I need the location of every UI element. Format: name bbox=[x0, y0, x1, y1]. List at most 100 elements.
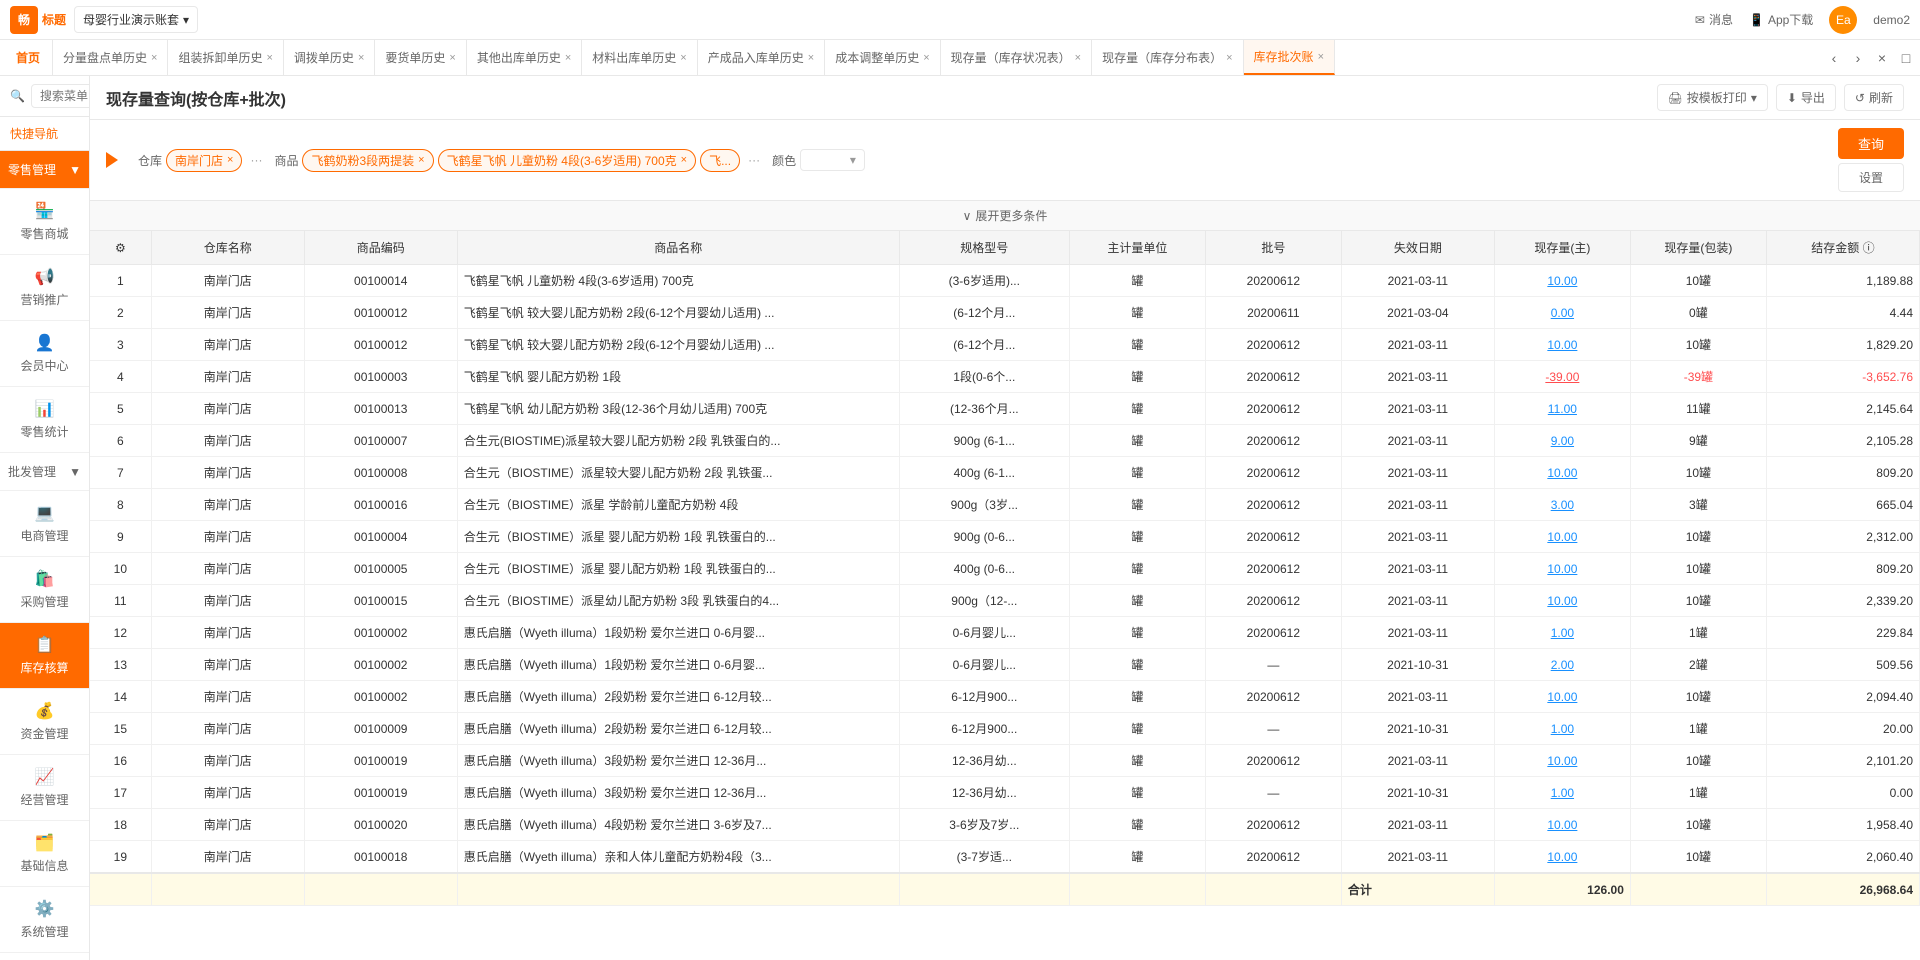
table-row[interactable]: 5 南岸门店 00100013 飞鹤星飞帆 幼儿配方奶粉 3段(12-36个月幼… bbox=[90, 393, 1920, 425]
sidebar-item-inventory[interactable]: 📋库存核算 bbox=[0, 623, 89, 689]
tab-8[interactable]: 成本调整单历史 × bbox=[825, 40, 940, 75]
warehouse-tag[interactable]: 南岸门店 × bbox=[166, 149, 242, 172]
goods-tag-2[interactable]: 飞鹤星飞帆 儿童奶粉 4段(3-6岁适用) 700克 × bbox=[438, 149, 696, 172]
td-qty-main[interactable]: 1.00 bbox=[1494, 713, 1630, 745]
tab-4[interactable]: 要货单历史 × bbox=[375, 40, 466, 75]
setting-btn[interactable]: 设置 bbox=[1838, 163, 1904, 192]
goods-tag-3[interactable]: 飞... bbox=[700, 149, 740, 172]
tab-next-btn[interactable]: › bbox=[1848, 48, 1868, 68]
table-row[interactable]: 7 南岸门店 00100008 合生元（BIOSTIME）派星较大婴儿配方奶粉 … bbox=[90, 457, 1920, 489]
sidebar-item-system[interactable]: ⚙️系统管理 bbox=[0, 887, 89, 953]
goods-tag-2-remove[interactable]: × bbox=[681, 154, 687, 166]
td-qty-main[interactable]: 10.00 bbox=[1494, 809, 1630, 841]
tab-11[interactable]: 库存批次账 × bbox=[1244, 40, 1335, 75]
tab-6[interactable]: 材料出库单历史 × bbox=[582, 40, 697, 75]
search-input[interactable] bbox=[31, 84, 90, 108]
td-qty-main[interactable]: 10.00 bbox=[1494, 457, 1630, 489]
th-setting[interactable]: ⚙ bbox=[90, 231, 151, 265]
goods-tag-1[interactable]: 飞鹤奶粉3段两提装 × bbox=[302, 149, 433, 172]
tab-close-7[interactable]: × bbox=[808, 52, 814, 64]
app-download-btn[interactable]: 📱 App下载 bbox=[1749, 11, 1813, 28]
sidebar-item-marketing[interactable]: 📢营销推广 bbox=[0, 255, 89, 321]
table-row[interactable]: 10 南岸门店 00100005 合生元（BIOSTIME）派星 婴儿配方奶粉 … bbox=[90, 553, 1920, 585]
tab-home[interactable]: 首页 bbox=[4, 40, 53, 75]
goods-ellipsis-btn[interactable]: ··· bbox=[748, 153, 760, 167]
table-row[interactable]: 19 南岸门店 00100018 惠氏启膳（Wyeth illuma）亲和人体儿… bbox=[90, 841, 1920, 874]
td-qty-main[interactable]: 10.00 bbox=[1494, 329, 1630, 361]
td-qty-main[interactable]: 10.00 bbox=[1494, 553, 1630, 585]
color-selector[interactable]: ▾ bbox=[800, 149, 865, 171]
filter-expand-toggle[interactable] bbox=[106, 152, 118, 168]
td-qty-main[interactable]: 0.00 bbox=[1494, 297, 1630, 329]
tab-close-2[interactable]: × bbox=[266, 52, 272, 64]
sidebar-item-wholesale[interactable]: 批发管理▼ bbox=[0, 453, 89, 491]
quick-nav[interactable]: 快捷导航 bbox=[0, 117, 89, 151]
tab-close-3[interactable]: × bbox=[358, 52, 364, 64]
td-qty-main[interactable]: 10.00 bbox=[1494, 585, 1630, 617]
sidebar-item-finance[interactable]: 💰资金管理 bbox=[0, 689, 89, 755]
table-row[interactable]: 15 南岸门店 00100009 惠氏启膳（Wyeth illuma）2段奶粉 … bbox=[90, 713, 1920, 745]
sidebar-item-purchase[interactable]: 🛍️采购管理 bbox=[0, 557, 89, 623]
table-row[interactable]: 9 南岸门店 00100004 合生元（BIOSTIME）派星 婴儿配方奶粉 1… bbox=[90, 521, 1920, 553]
td-qty-main[interactable]: 11.00 bbox=[1494, 393, 1630, 425]
table-row[interactable]: 8 南岸门店 00100016 合生元（BIOSTIME）派星 学龄前儿童配方奶… bbox=[90, 489, 1920, 521]
tab-3[interactable]: 调拨单历史 × bbox=[284, 40, 375, 75]
tab-close-4[interactable]: × bbox=[449, 52, 455, 64]
tab-close-9[interactable]: × bbox=[1075, 52, 1081, 64]
td-qty-main[interactable]: -39.00 bbox=[1494, 361, 1630, 393]
table-row[interactable]: 12 南岸门店 00100002 惠氏启膳（Wyeth illuma）1段奶粉 … bbox=[90, 617, 1920, 649]
table-row[interactable]: 11 南岸门店 00100015 合生元（BIOSTIME）派星幼儿配方奶粉 3… bbox=[90, 585, 1920, 617]
tab-maximize-btn[interactable]: □ bbox=[1896, 48, 1916, 68]
td-qty-main[interactable]: 9.00 bbox=[1494, 425, 1630, 457]
tab-close-6[interactable]: × bbox=[680, 52, 686, 64]
template-print-btn[interactable]: 🖨 按模板打印 ▾ bbox=[1657, 84, 1768, 111]
sidebar-item-collab[interactable]: 🤝企业协同 bbox=[0, 953, 89, 960]
warehouse-ellipsis-btn[interactable]: ··· bbox=[250, 153, 262, 167]
export-btn[interactable]: ⬇ 导出 bbox=[1776, 84, 1836, 111]
table-row[interactable]: 18 南岸门店 00100020 惠氏启膳（Wyeth illuma）4段奶粉 … bbox=[90, 809, 1920, 841]
org-selector[interactable]: 母婴行业演示账套 ▾ bbox=[74, 6, 198, 33]
table-row[interactable]: 4 南岸门店 00100003 飞鹤星飞帆 婴儿配方奶粉 1段 1段(0-6个.… bbox=[90, 361, 1920, 393]
td-qty-main[interactable]: 10.00 bbox=[1494, 681, 1630, 713]
message-btn[interactable]: ✉ 消息 bbox=[1695, 11, 1733, 28]
tab-9[interactable]: 现存量（库存状况表） × bbox=[941, 40, 1092, 75]
td-qty-main[interactable]: 2.00 bbox=[1494, 649, 1630, 681]
table-row[interactable]: 16 南岸门店 00100019 惠氏启膳（Wyeth illuma）3段奶粉 … bbox=[90, 745, 1920, 777]
tab-10[interactable]: 现存量（库存分布表） × bbox=[1092, 40, 1243, 75]
tab-close-10[interactable]: × bbox=[1226, 52, 1232, 64]
refresh-btn[interactable]: ↺ 刷新 bbox=[1844, 84, 1904, 111]
table-row[interactable]: 6 南岸门店 00100007 合生元(BIOSTIME)派星较大婴儿配方奶粉 … bbox=[90, 425, 1920, 457]
td-qty-main[interactable]: 10.00 bbox=[1494, 265, 1630, 297]
tab-2[interactable]: 组装拆卸单历史 × bbox=[168, 40, 283, 75]
sidebar-item-retail-stats[interactable]: 📊零售统计 bbox=[0, 387, 89, 453]
sidebar-item-members[interactable]: 👤会员中心 bbox=[0, 321, 89, 387]
tab-close-5[interactable]: × bbox=[565, 52, 571, 64]
sidebar-item-ecommerce[interactable]: 💻电商管理 bbox=[0, 491, 89, 557]
td-qty-main[interactable]: 1.00 bbox=[1494, 617, 1630, 649]
sidebar-item-base-info[interactable]: 🗂️基础信息 bbox=[0, 821, 89, 887]
warehouse-remove-icon[interactable]: × bbox=[227, 154, 233, 166]
table-row[interactable]: 1 南岸门店 00100014 飞鹤星飞帆 儿童奶粉 4段(3-6岁适用) 70… bbox=[90, 265, 1920, 297]
tab-close-11[interactable]: × bbox=[1318, 51, 1324, 63]
td-qty-main[interactable]: 10.00 bbox=[1494, 745, 1630, 777]
tab-close-8[interactable]: × bbox=[923, 52, 929, 64]
tab-prev-btn[interactable]: ‹ bbox=[1824, 48, 1844, 68]
table-row[interactable]: 13 南岸门店 00100002 惠氏启膳（Wyeth illuma）1段奶粉 … bbox=[90, 649, 1920, 681]
tab-close-all-btn[interactable]: × bbox=[1872, 48, 1892, 68]
sidebar-item-retail-mall[interactable]: 🏪零售商城 bbox=[0, 189, 89, 255]
tab-1[interactable]: 分量盘点单历史 × bbox=[53, 40, 168, 75]
tab-close-1[interactable]: × bbox=[151, 52, 157, 64]
table-row[interactable]: 3 南岸门店 00100012 飞鹤星飞帆 较大婴儿配方奶粉 2段(6-12个月… bbox=[90, 329, 1920, 361]
tab-7[interactable]: 产成品入库单历史 × bbox=[698, 40, 825, 75]
query-btn[interactable]: 查询 bbox=[1838, 128, 1904, 159]
td-qty-main[interactable]: 3.00 bbox=[1494, 489, 1630, 521]
td-qty-main[interactable]: 1.00 bbox=[1494, 777, 1630, 809]
sidebar-item-operations[interactable]: 📈经营管理 bbox=[0, 755, 89, 821]
table-row[interactable]: 17 南岸门店 00100019 惠氏启膳（Wyeth illuma）3段奶粉 … bbox=[90, 777, 1920, 809]
tab-5[interactable]: 其他出库单历史 × bbox=[467, 40, 582, 75]
avatar[interactable]: Ea bbox=[1829, 6, 1857, 34]
sidebar-item-retail-management[interactable]: 零售管理 ▼ bbox=[0, 151, 89, 189]
table-row[interactable]: 2 南岸门店 00100012 飞鹤星飞帆 较大婴儿配方奶粉 2段(6-12个月… bbox=[90, 297, 1920, 329]
goods-tag-1-remove[interactable]: × bbox=[418, 154, 424, 166]
td-qty-main[interactable]: 10.00 bbox=[1494, 521, 1630, 553]
